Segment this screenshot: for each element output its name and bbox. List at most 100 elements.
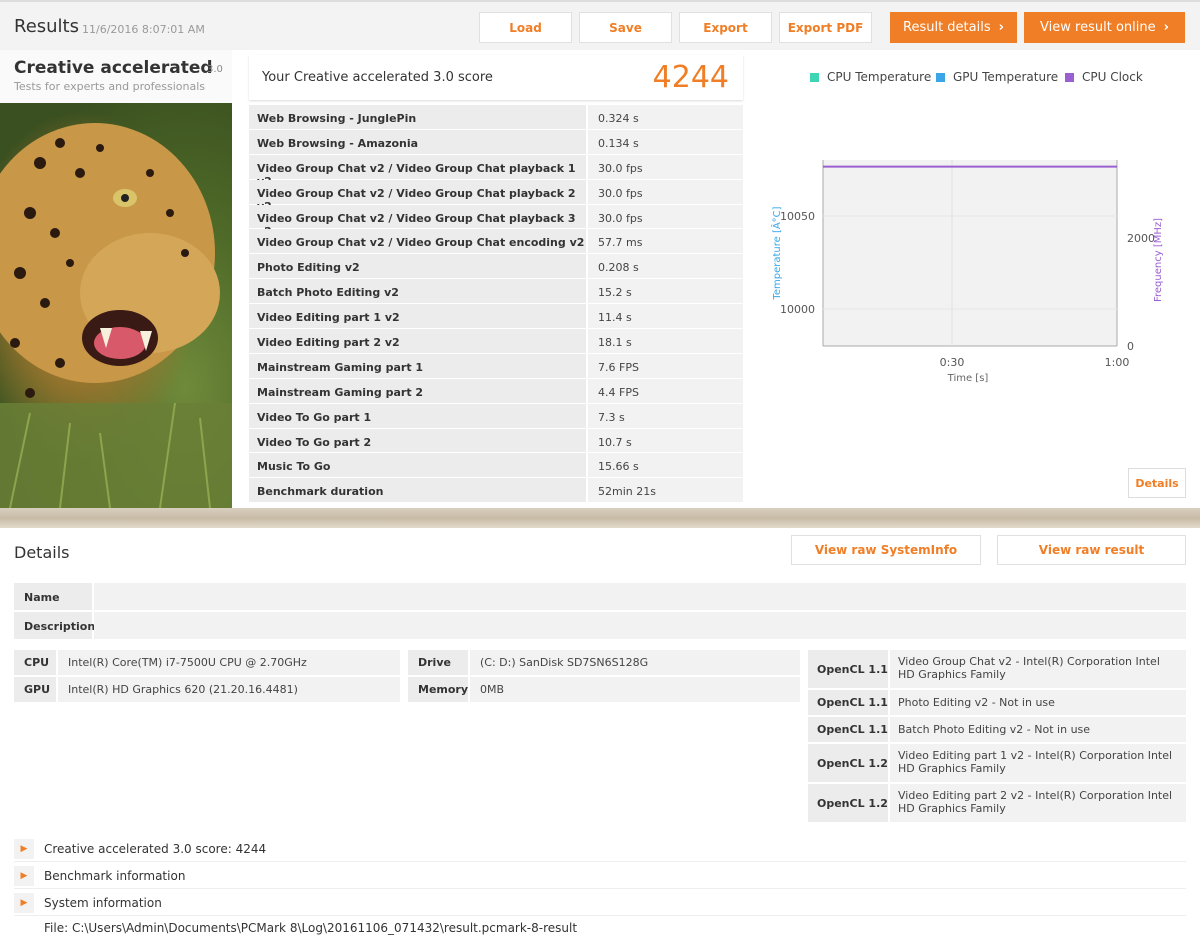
results-header: Results 11/6/2016 8:07:01 AM Load Save E…	[0, 0, 1200, 50]
result-row: Batch Photo Editing v2 15.2 s	[249, 279, 743, 305]
chevron-right-icon: ›	[998, 20, 1004, 35]
result-test-name: Music To Go	[249, 453, 586, 478]
legend-item-cpu-clock[interactable]: CPU Clock	[1065, 70, 1143, 84]
result-test-value: 15.66 s	[588, 453, 743, 478]
result-row: Photo Editing v2 0.208 s	[249, 254, 743, 280]
save-button[interactable]: Save	[579, 12, 672, 43]
result-test-name: Video Group Chat v2 / Video Group Chat e…	[249, 229, 586, 254]
x-tick-label: 1:00	[1105, 356, 1130, 369]
opencl-label: OpenCL 1.2	[808, 784, 888, 822]
gpu-label: GPU	[14, 677, 56, 702]
result-test-name: Video Group Chat v2 / Video Group Chat p…	[249, 179, 586, 213]
result-row: Web Browsing - Amazonia 0.134 s	[249, 129, 743, 155]
result-row: Video Group Chat v2 / Video Group Chat p…	[249, 154, 743, 188]
monitoring-chart: 10050 10000 2000 0 0:30 1:00 Time [s] Te…	[770, 160, 1164, 384]
result-file-path: File: C:\Users\Admin\Documents\PCMark 8\…	[44, 921, 578, 935]
cpu-label: CPU	[14, 650, 56, 675]
opencl-label: OpenCL 1.1	[808, 690, 888, 715]
score-label: Your Creative accelerated 3.0 score	[262, 70, 493, 85]
expandable-section-score[interactable]: ▶ Creative accelerated 3.0 score: 4244	[14, 836, 1186, 862]
cpu-row: CPU Intel(R) Core(TM) i7-7500U CPU @ 2.7…	[14, 650, 400, 675]
result-test-value: 4.4 FPS	[588, 378, 743, 403]
result-test-name: Video To Go part 2	[249, 428, 586, 453]
expand-arrow-icon[interactable]: ▶	[14, 865, 34, 886]
result-test-name: Web Browsing - Amazonia	[249, 129, 586, 154]
result-test-name: Web Browsing - JunglePin	[249, 105, 586, 129]
results-table: Web Browsing - JunglePin 0.324 s Web Brows…	[249, 105, 743, 504]
leopard-illustration	[0, 123, 232, 508]
y-left-tick-label: 10000	[780, 303, 815, 316]
result-timestamp: 11/6/2016 8:07:01 AM	[82, 23, 205, 36]
y-left-axis-label: Temperature [Â°C]	[770, 206, 783, 300]
description-value[interactable]	[94, 612, 1186, 639]
opencl-value: Photo Editing v2 - Not in use	[890, 690, 1186, 715]
result-test-name: Benchmark duration	[249, 478, 586, 503]
chart-details-button[interactable]: Details	[1128, 468, 1186, 498]
legend-item-gpu-temperature[interactable]: GPU Temperature	[936, 70, 1058, 84]
result-test-value: 0.324 s	[588, 105, 743, 129]
result-test-value: 18.1 s	[588, 329, 743, 353]
result-row: Video To Go part 2 10.7 s	[249, 428, 743, 454]
result-test-name: Mainstream Gaming part 2	[249, 378, 586, 403]
view-raw-systeminfo-button[interactable]: View raw SystemInfo	[791, 535, 981, 565]
view-result-online-button[interactable]: View result online ›	[1024, 12, 1185, 43]
drive-label: Drive	[408, 650, 468, 675]
result-test-value: 10.7 s	[588, 428, 743, 453]
expand-arrow-icon[interactable]: ▶	[14, 838, 34, 859]
opencl-value: Video Group Chat v2 - Intel(R) Corporati…	[890, 650, 1186, 688]
page-title: Results	[14, 16, 79, 37]
expandable-section-system-info[interactable]: ▶ System information	[14, 890, 1186, 916]
y-right-axis-label: Frequency [MHz]	[1153, 218, 1164, 302]
name-row: Name	[14, 583, 1186, 610]
expand-arrow-icon[interactable]: ▶	[14, 892, 34, 913]
section-divider	[0, 508, 1200, 528]
result-test-value: 30.0 fps	[588, 204, 743, 229]
result-test-value: 30.0 fps	[588, 179, 743, 204]
opencl-row: OpenCL 1.1 Video Group Chat v2 - Intel(R…	[808, 650, 1186, 688]
result-details-label: Result details	[903, 20, 991, 35]
result-row: Video Group Chat v2 / Video Group Chat e…	[249, 229, 743, 255]
y-left-tick-label: 10050	[780, 210, 815, 223]
gpu-value: Intel(R) HD Graphics 620 (21.20.16.4481)	[58, 677, 400, 702]
drive-row: Drive (C: D:) SanDisk SD7SN6S128G	[408, 650, 800, 675]
chevron-right-icon: ›	[1163, 20, 1169, 35]
result-row: Web Browsing - JunglePin 0.324 s	[249, 105, 743, 130]
load-button[interactable]: Load	[479, 12, 572, 43]
cpu-value: Intel(R) Core(TM) i7-7500U CPU @ 2.70GHz	[58, 650, 400, 675]
result-row: Video Editing part 2 v2 18.1 s	[249, 329, 743, 354]
result-test-value: 7.6 FPS	[588, 353, 743, 378]
y-right-tick-label: 0	[1127, 340, 1134, 353]
result-test-name: Video Editing part 1 v2	[249, 304, 586, 329]
legend-swatch	[1065, 72, 1074, 82]
export-pdf-button[interactable]: Export PDF	[779, 12, 872, 43]
result-test-value: 30.0 fps	[588, 154, 743, 179]
benchmark-image	[0, 103, 232, 508]
memory-label: Memory	[408, 677, 468, 702]
score-value: 4244	[652, 60, 729, 95]
result-test-name: Video To Go part 1	[249, 403, 586, 428]
result-test-name: Video Editing part 2 v2	[249, 329, 586, 353]
view-raw-result-button[interactable]: View raw result	[997, 535, 1186, 565]
result-row: Video Editing part 1 v2 11.4 s	[249, 304, 743, 330]
details-title: Details	[14, 543, 70, 562]
expandable-section-benchmark-info[interactable]: ▶ Benchmark information	[14, 863, 1186, 889]
legend-label: CPU Temperature	[827, 70, 932, 84]
result-test-name: Photo Editing v2	[249, 254, 586, 279]
legend-label: CPU Clock	[1082, 70, 1143, 84]
legend-item-cpu-temperature[interactable]: CPU Temperature	[810, 70, 931, 84]
opencl-label: OpenCL 1.1	[808, 717, 888, 742]
opencl-row: OpenCL 1.1 Batch Photo Editing v2 - Not …	[808, 717, 1186, 742]
result-test-name: Video Group Chat v2 / Video Group Chat p…	[249, 204, 586, 238]
export-button[interactable]: Export	[679, 12, 772, 43]
x-tick-label: 0:30	[940, 356, 965, 369]
opencl-label: OpenCL 1.2	[808, 744, 888, 782]
monitoring-chart-panel: CPU Temperature GPU Temperature CPU Cloc…	[763, 50, 1200, 508]
description-label: Description	[14, 612, 95, 639]
result-test-value: 52min 21s	[588, 478, 743, 503]
name-value[interactable]	[94, 583, 1186, 610]
result-row: Video To Go part 1 7.3 s	[249, 403, 743, 429]
view-result-online-label: View result online	[1040, 20, 1156, 35]
result-details-button[interactable]: Result details ›	[890, 12, 1017, 43]
legend-label: GPU Temperature	[953, 70, 1059, 84]
result-row: Video Group Chat v2 / Video Group Chat p…	[249, 204, 743, 238]
